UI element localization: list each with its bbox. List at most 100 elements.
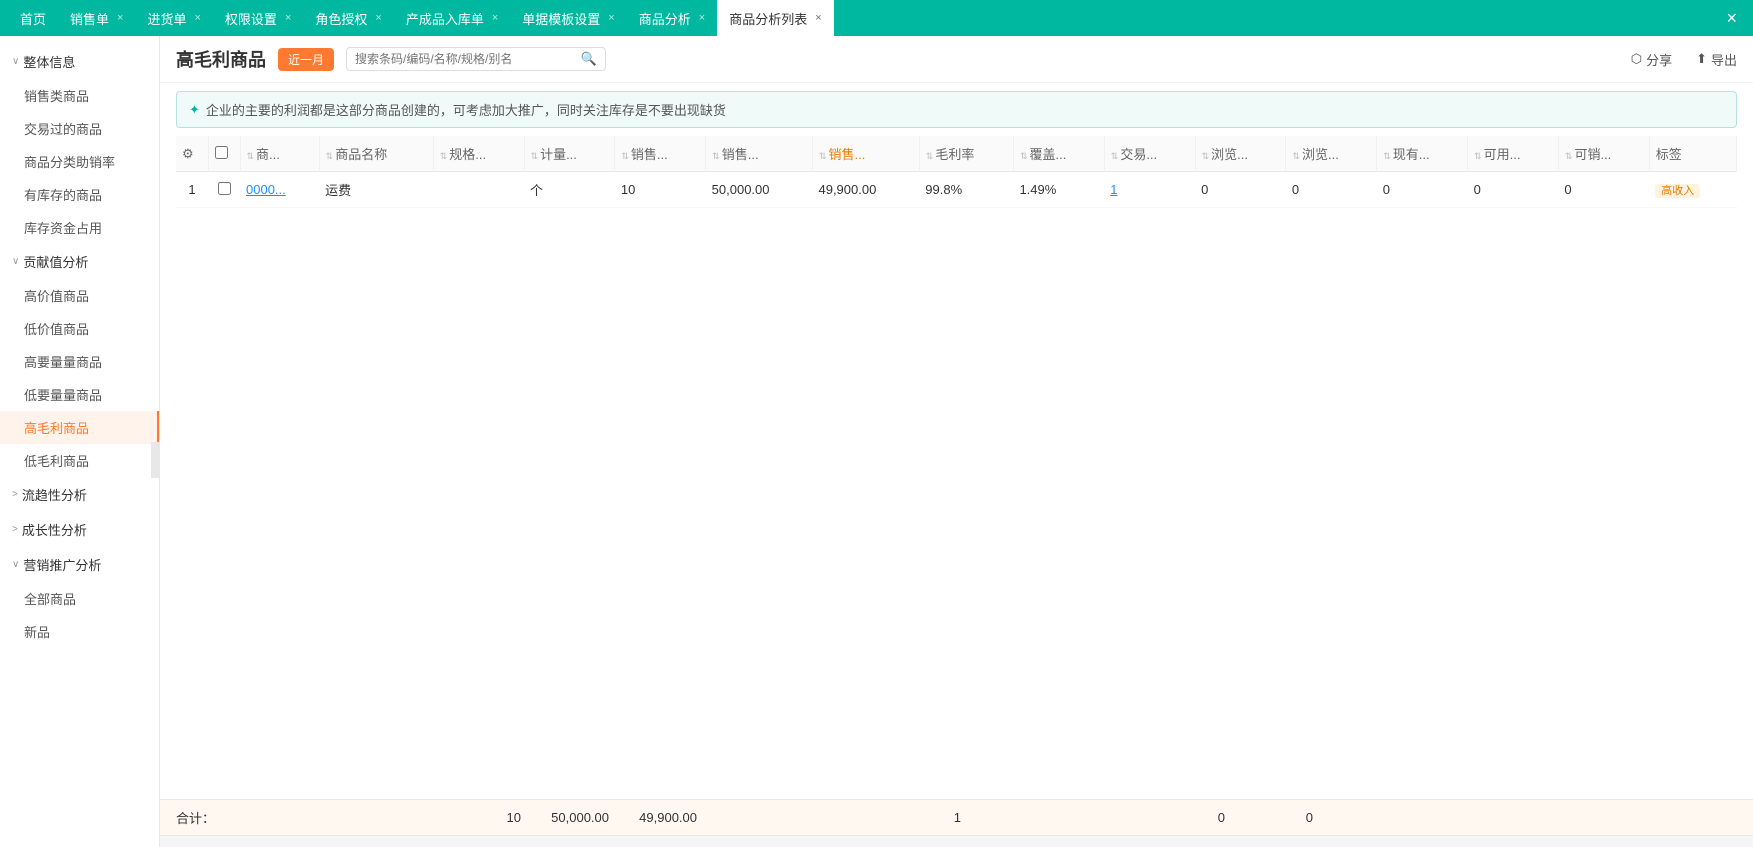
nav-item-role[interactable]: 角色授权 ×	[303, 0, 393, 36]
table-row: 1 0000... 运费 个 10 50,000.00 49,900.00 99…	[176, 172, 1737, 208]
info-banner: ✦ 企业的主要的利润都是这部分商品创建的，可考虑加大推广，同时关注库存是不要出现…	[176, 91, 1737, 128]
col-tag[interactable]: 标签	[1649, 136, 1736, 172]
close-analysis-list-icon[interactable]: ×	[815, 12, 821, 24]
search-input[interactable]	[355, 52, 577, 66]
nav-item-analysis[interactable]: 商品分析 ×	[627, 0, 717, 36]
col-gross-rate[interactable]: ⇅毛利率	[919, 136, 1013, 172]
share-button[interactable]: ⬡ 分享	[1631, 50, 1672, 69]
sidebar-item-in-stock[interactable]: 有库存的商品	[0, 178, 159, 211]
footer-sales3: 49,900.00	[623, 810, 703, 825]
col-sales1[interactable]: ⇅销售...	[615, 136, 706, 172]
col-settings[interactable]: ⚙	[176, 136, 208, 172]
sidebar-item-sales-goods[interactable]: 销售类商品	[0, 79, 159, 112]
footer-current: 0	[1151, 810, 1231, 825]
arrow-marketing-icon: ∨	[12, 559, 19, 570]
search-icon: 🔍	[581, 51, 597, 67]
sidebar-group-growth[interactable]: > 成长性分析	[0, 512, 159, 547]
nav-item-analysis-list[interactable]: 商品分析列表 ×	[717, 0, 833, 36]
close-role-icon[interactable]: ×	[375, 12, 381, 24]
sidebar-item-new-goods[interactable]: 新品	[0, 615, 159, 648]
col-browse1[interactable]: ⇅浏览...	[1195, 136, 1286, 172]
main-layout: 《 ∨ 整体信息 销售类商品 交易过的商品 商品分类助销率 有库存的商品 库存资…	[0, 36, 1753, 847]
col-current[interactable]: ⇅现有...	[1377, 136, 1468, 172]
sidebar: 《 ∨ 整体信息 销售类商品 交易过的商品 商品分类助销率 有库存的商品 库存资…	[0, 36, 160, 847]
footer-sales1: 10	[447, 810, 527, 825]
settings-icon[interactable]: ⚙	[182, 146, 194, 161]
row-select-checkbox[interactable]	[218, 182, 231, 195]
col-trade[interactable]: ⇅交易...	[1104, 136, 1195, 172]
top-nav: 首页 销售单 × 进货单 × 权限设置 × 角色授权 × 产成品入库单 × 单据…	[0, 0, 1753, 36]
col-sellable[interactable]: ⇅可销...	[1558, 136, 1649, 172]
sidebar-item-low-value[interactable]: 低价值商品	[0, 312, 159, 345]
sidebar-item-stock-capital[interactable]: 库存资金占用	[0, 211, 159, 244]
row-sellable: 0	[1558, 172, 1649, 208]
row-coverage: 1.49%	[1013, 172, 1104, 208]
export-button[interactable]: ⬆ 导出	[1696, 50, 1737, 69]
col-available[interactable]: ⇅可用...	[1468, 136, 1559, 172]
arrow-contribution-icon: ∨	[12, 256, 19, 267]
close-purchase-icon[interactable]: ×	[194, 12, 200, 24]
row-tag: 高收入	[1649, 172, 1736, 208]
sidebar-group-marketing[interactable]: ∨ 营销推广分析	[0, 547, 159, 582]
horizontal-scrollbar[interactable]	[160, 835, 1753, 847]
nav-item-home[interactable]: 首页	[8, 0, 58, 36]
row-trade: 1	[1104, 172, 1195, 208]
col-coverage[interactable]: ⇅覆盖...	[1013, 136, 1104, 172]
row-sales1: 10	[615, 172, 706, 208]
sidebar-item-all-goods[interactable]: 全部商品	[0, 582, 159, 615]
row-code[interactable]: 0000...	[240, 172, 319, 208]
row-unit: 个	[524, 172, 615, 208]
page-title: 高毛利商品	[176, 46, 266, 72]
col-name[interactable]: ⇅商品名称	[319, 136, 433, 172]
close-sales-icon[interactable]: ×	[117, 12, 123, 24]
sidebar-item-low-demand-qty[interactable]: 低要量量商品	[0, 378, 159, 411]
row-browse1: 0	[1195, 172, 1286, 208]
col-code[interactable]: ⇅商...	[240, 136, 319, 172]
nav-item-purchase[interactable]: 进货单 ×	[135, 0, 212, 36]
footer-trade: 1	[887, 810, 967, 825]
close-all-button[interactable]: ×	[1718, 8, 1745, 29]
col-browse2[interactable]: ⇅浏览...	[1286, 136, 1377, 172]
close-analysis-icon[interactable]: ×	[699, 12, 705, 24]
nav-item-auth[interactable]: 权限设置 ×	[213, 0, 303, 36]
sidebar-collapse-button[interactable]: 《	[151, 442, 160, 478]
close-auth-icon[interactable]: ×	[285, 12, 291, 24]
export-icon: ⬆	[1696, 51, 1707, 67]
sidebar-item-high-demand-qty[interactable]: 高要量量商品	[0, 345, 159, 378]
sidebar-group-overall[interactable]: ∨ 整体信息	[0, 44, 159, 79]
sidebar-group-contribution[interactable]: ∨ 贡献值分析	[0, 244, 159, 279]
row-spec	[433, 172, 524, 208]
col-unit[interactable]: ⇅计量...	[524, 136, 615, 172]
row-gross-rate: 99.8%	[919, 172, 1013, 208]
close-template-icon[interactable]: ×	[608, 12, 614, 24]
footer-available: 0	[1239, 810, 1319, 825]
sidebar-group-flow[interactable]: > 流趋性分析	[0, 477, 159, 512]
share-icon: ⬡	[1631, 51, 1642, 67]
col-checkbox[interactable]	[208, 136, 240, 172]
col-sales2[interactable]: ⇅销售...	[706, 136, 813, 172]
nav-item-template[interactable]: 单据模板设置 ×	[510, 0, 626, 36]
col-sales3[interactable]: ⇅销售...	[812, 136, 919, 172]
search-box: 🔍	[346, 47, 606, 71]
table-wrapper[interactable]: ⚙ ⇅商... ⇅商品名称 ⇅规格... ⇅计量... ⇅销售... ⇅销售..…	[160, 136, 1753, 799]
select-all-checkbox[interactable]	[215, 146, 228, 159]
content-area: 高毛利商品 近一月 🔍 ⬡ 分享 ⬆ 导出 ✦ 企业的主要的利润都是这部分商品创…	[160, 36, 1753, 847]
sidebar-item-low-margin[interactable]: 低毛利商品	[0, 444, 159, 477]
arrow-overall-icon: ∨	[12, 56, 19, 67]
sidebar-item-high-value[interactable]: 高价值商品	[0, 279, 159, 312]
info-icon: ✦	[189, 102, 200, 118]
sidebar-item-category-rate[interactable]: 商品分类助销率	[0, 145, 159, 178]
data-table: ⚙ ⇅商... ⇅商品名称 ⇅规格... ⇅计量... ⇅销售... ⇅销售..…	[176, 136, 1737, 208]
row-seq: 1	[176, 172, 208, 208]
arrow-flow-icon: >	[12, 489, 18, 500]
sidebar-item-traded-goods[interactable]: 交易过的商品	[0, 112, 159, 145]
close-product-inbound-icon[interactable]: ×	[492, 12, 498, 24]
row-checkbox[interactable]	[208, 172, 240, 208]
arrow-growth-icon: >	[12, 524, 18, 535]
filter-recent-month-button[interactable]: 近一月	[278, 48, 334, 71]
sidebar-item-high-margin[interactable]: 高毛利商品	[0, 411, 159, 444]
nav-item-product-inbound[interactable]: 产成品入库单 ×	[394, 0, 510, 36]
col-spec[interactable]: ⇅规格...	[433, 136, 524, 172]
footer-sales2: 50,000.00	[535, 810, 615, 825]
nav-item-sales[interactable]: 销售单 ×	[58, 0, 135, 36]
